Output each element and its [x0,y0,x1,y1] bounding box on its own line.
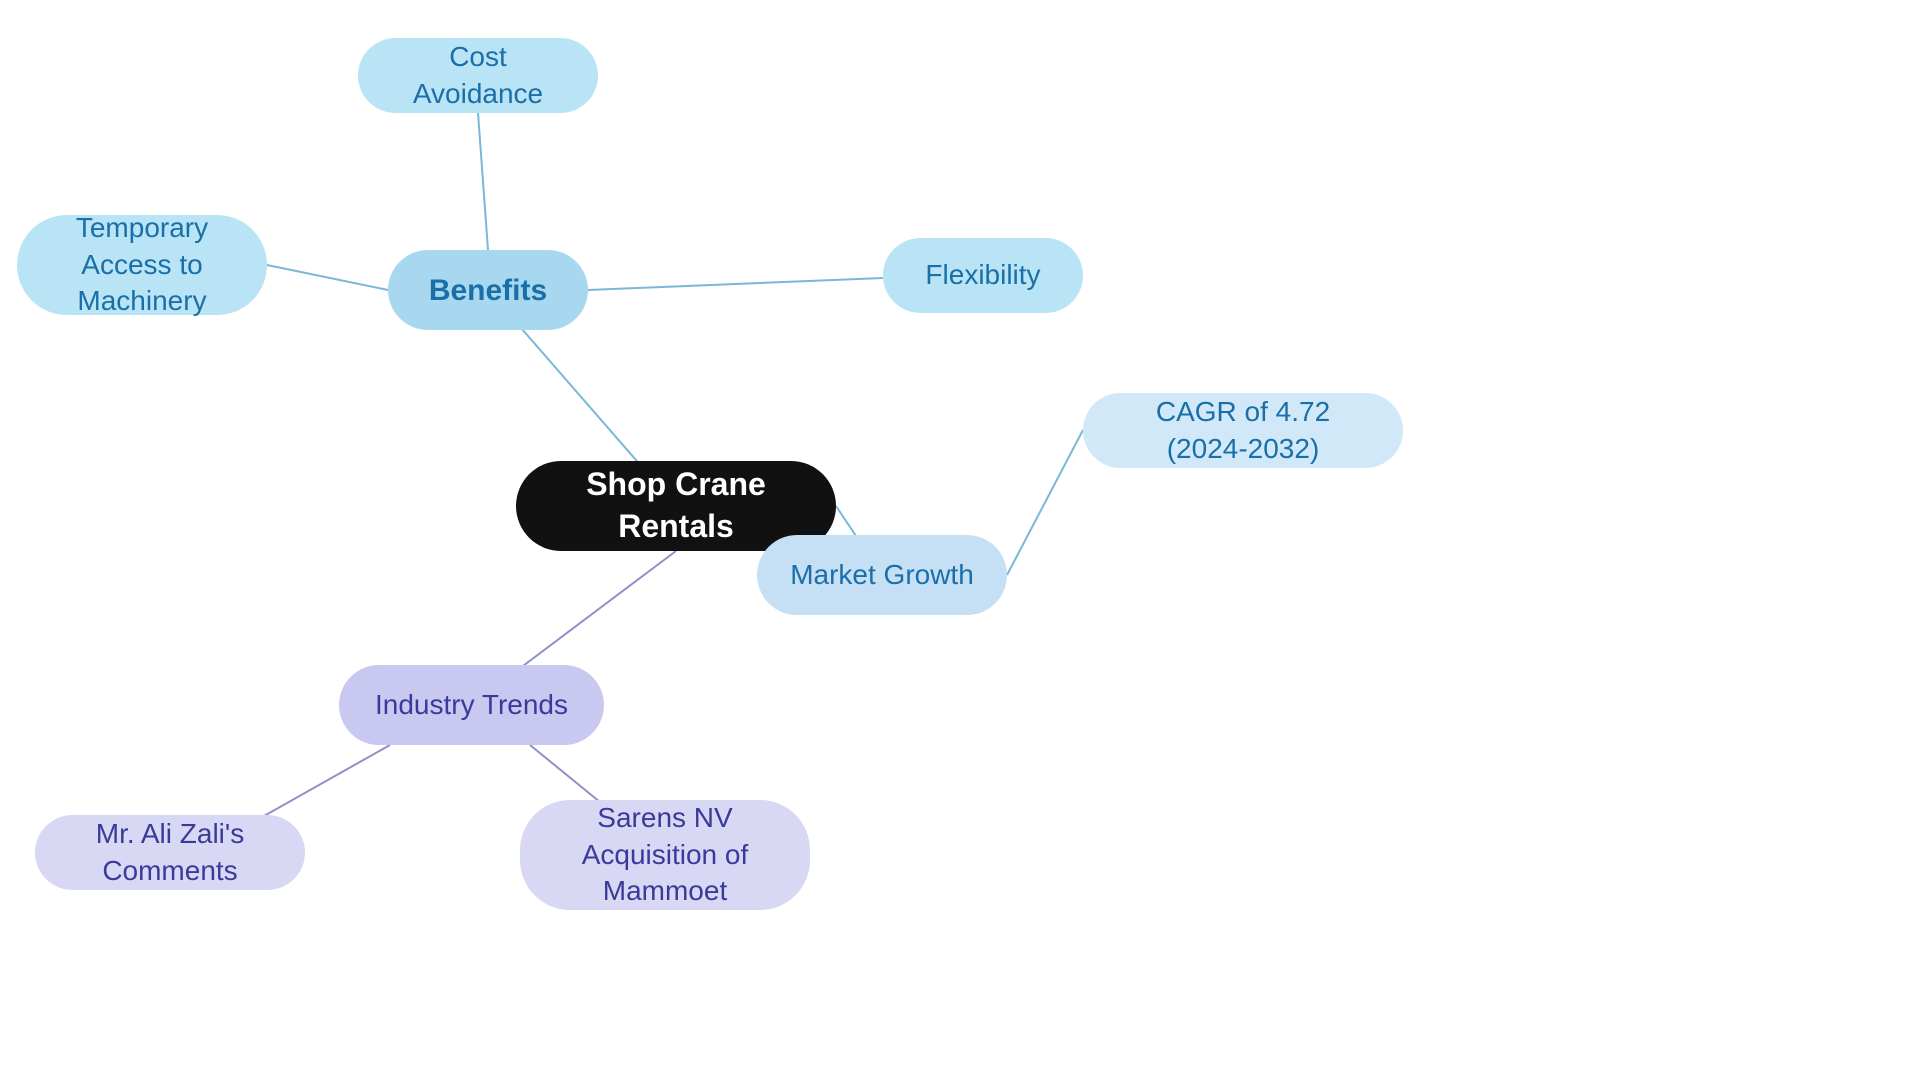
flexibility-node-label: Flexibility [925,257,1040,293]
cagr-node-label: CAGR of 4.72 (2024-2032) [1115,394,1371,467]
benefits-node-label: Benefits [429,271,547,310]
ali-zali-node[interactable]: Mr. Ali Zali's Comments [35,815,305,890]
benefits-node[interactable]: Benefits [388,250,588,330]
industry-trends-node-label: Industry Trends [375,687,568,723]
temp-access-node-label: Temporary Access to Machinery [49,210,235,319]
cost-avoidance-node[interactable]: Cost Avoidance [358,38,598,113]
cagr-node[interactable]: CAGR of 4.72 (2024-2032) [1083,393,1403,468]
ali-zali-node-label: Mr. Ali Zali's Comments [67,816,273,889]
sarens-node-label: Sarens NV Acquisition of Mammoet [552,800,778,909]
temp-access-node[interactable]: Temporary Access to Machinery [17,215,267,315]
flexibility-node[interactable]: Flexibility [883,238,1083,313]
sarens-node[interactable]: Sarens NV Acquisition of Mammoet [520,800,810,910]
cost-avoidance-node-label: Cost Avoidance [390,39,566,112]
market-growth-node[interactable]: Market Growth [757,535,1007,615]
industry-trends-node[interactable]: Industry Trends [339,665,604,745]
center-node-label: Shop Crane Rentals [548,464,804,547]
market-growth-node-label: Market Growth [790,557,974,593]
